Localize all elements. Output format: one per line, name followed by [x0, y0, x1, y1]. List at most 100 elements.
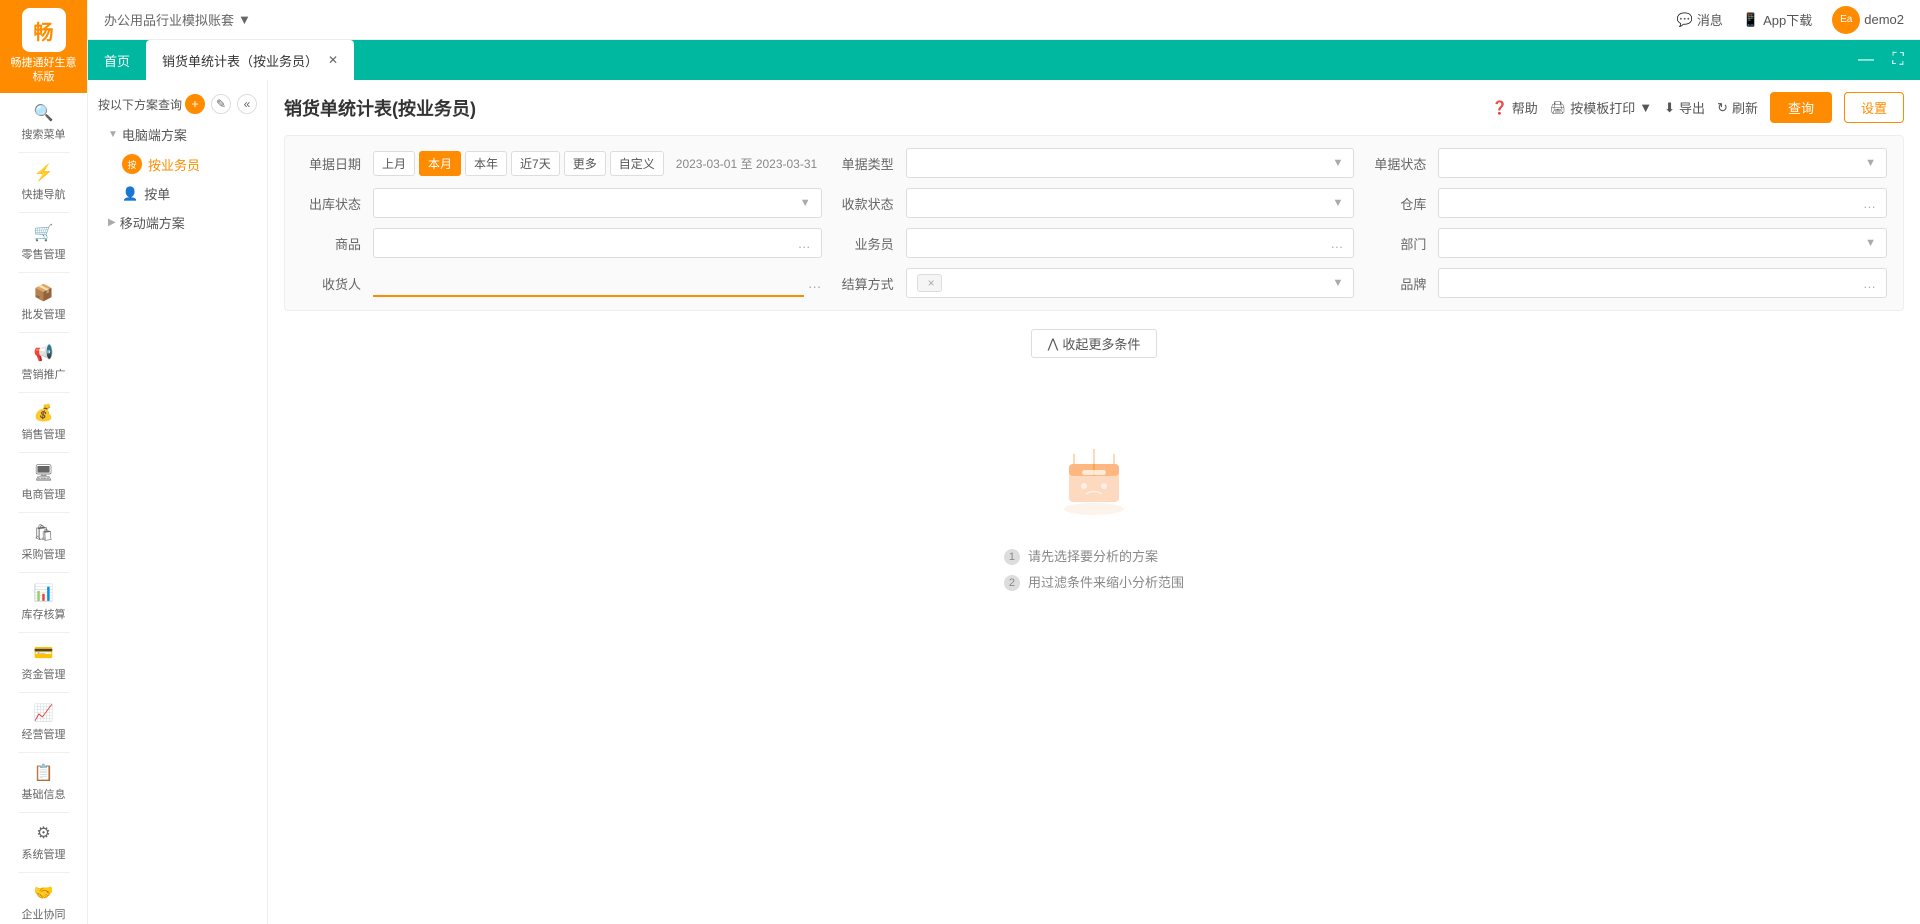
receipt-status-label: 收款状态 [834, 194, 894, 213]
tab-sales-stat[interactable]: 销货单统计表（按业务员） ✕ [146, 40, 354, 80]
page-actions: ❓ 帮助 🖨 按模板打印 ▼ ⬇ 导出 ↻ 刷新 [1492, 92, 1904, 123]
out-status-control[interactable]: ▼ [373, 188, 822, 218]
sidebar-item-3[interactable]: 📦批发管理 [18, 273, 70, 333]
date-this-month-btn[interactable]: 本月 [419, 151, 461, 176]
sidebar-item-0[interactable]: 🔍搜索菜单 [18, 93, 70, 153]
sidebar-item-1[interactable]: ⚡快捷导航 [18, 153, 70, 213]
brand-control[interactable]: … [1438, 268, 1887, 298]
sidebar: 畅 畅捷通好生意标版 🔍搜索菜单⚡快捷导航🛒零售管理📦批发管理📢营销推广💰销售管… [0, 0, 88, 924]
page-title: 销货单统计表(按业务员) [284, 95, 476, 121]
sidebar-item-9[interactable]: 💳资金管理 [18, 633, 70, 693]
settlement-select[interactable]: × ▼ [906, 268, 1355, 298]
message-label: 消息 [1697, 10, 1723, 29]
goods-select[interactable]: … [373, 228, 822, 258]
receipt-status-select[interactable]: ▼ [906, 188, 1355, 218]
date-more-btn[interactable]: 更多 [564, 151, 606, 176]
app-download-btn[interactable]: 📱 App下载 [1743, 10, 1812, 29]
sidebar-item-8[interactable]: 📊库存核算 [18, 573, 70, 633]
dept-control[interactable]: ▼ [1438, 228, 1887, 258]
brand-select[interactable]: … [1438, 268, 1887, 298]
goods-control[interactable]: … [373, 228, 822, 258]
sidebar-label-9: 资金管理 [22, 666, 66, 682]
user-menu[interactable]: Ea demo2 [1832, 6, 1904, 34]
warehouse-label: 仓库 [1366, 194, 1426, 213]
sidebar-label-11: 基础信息 [22, 786, 66, 802]
warehouse-select[interactable]: … [1438, 188, 1887, 218]
sidebar-item-11[interactable]: 📋基础信息 [18, 753, 70, 813]
tab-close-icon[interactable]: ✕ [328, 53, 338, 67]
bill-status-select[interactable]: ▼ [1438, 148, 1887, 178]
tree-desktop: ▼ 电脑端方案 按 按业务员 👤 按单 [88, 120, 267, 208]
consignee-dots[interactable]: … [808, 275, 822, 291]
sidebar-item-10[interactable]: 📈经营管理 [18, 693, 70, 753]
sidebar-item-5[interactable]: 💰销售管理 [18, 393, 70, 453]
sidebar-item-2[interactable]: 🛒零售管理 [18, 213, 70, 273]
content-area: 按以下方案查询 + ✎ « ▼ 电脑端方案 按 按业务员 [88, 80, 1920, 924]
add-scheme-btn[interactable]: + [185, 94, 205, 114]
receipt-status-control[interactable]: ▼ [906, 188, 1355, 218]
page-title-bar: 销货单统计表(按业务员) ❓ 帮助 🖨 按模板打印 ▼ ⬇ 导出 [284, 92, 1904, 123]
sidebar-label-13: 企业协同 [22, 906, 66, 922]
date-custom-btn[interactable]: 自定义 [610, 151, 664, 176]
salesman-select[interactable]: … [906, 228, 1355, 258]
date-last-month-btn[interactable]: 上月 [373, 151, 415, 176]
collapse-more-btn[interactable]: ⋀ 收起更多条件 [1031, 329, 1158, 358]
salesman-control[interactable]: … [906, 228, 1355, 258]
sidebar-icon-8: 📊 [34, 583, 54, 603]
sidebar-label-6: 电商管理 [22, 486, 66, 502]
tree-desktop-item[interactable]: ▼ 电脑端方案 [88, 120, 267, 149]
print-label: 按模板打印 [1570, 98, 1635, 117]
bill-status-control[interactable]: ▼ [1438, 148, 1887, 178]
date-7days-btn[interactable]: 近7天 [511, 151, 560, 176]
app-logo[interactable]: 畅 畅捷通好生意标版 [0, 0, 87, 93]
warehouse-control[interactable]: … [1438, 188, 1887, 218]
bill-type-select[interactable]: ▼ [906, 148, 1355, 178]
tab-home[interactable]: 首页 [88, 40, 146, 80]
consignee-control[interactable]: … [373, 270, 822, 297]
empty-tips-list: 1 请先选择要分析的方案 2 用过滤条件来缩小分析范围 [1004, 544, 1184, 596]
topbar-right: 💬 消息 📱 App下载 Ea demo2 [1677, 6, 1904, 34]
tree-desktop-label: 电脑端方案 [122, 125, 187, 144]
edit-scheme-btn[interactable]: ✎ [211, 94, 231, 114]
sidebar-icon-10: 📈 [34, 703, 54, 723]
right-panel: 销货单统计表(按业务员) ❓ 帮助 🖨 按模板打印 ▼ ⬇ 导出 [268, 80, 1920, 924]
sidebar-icon-13: 🤝 [34, 883, 54, 903]
tab-minimize-btn[interactable]: — [1852, 46, 1880, 74]
bill-type-control[interactable]: ▼ [906, 148, 1355, 178]
tip-num-1: 1 [1004, 549, 1020, 565]
date-field-label: 单据日期 [301, 154, 361, 173]
settings-btn[interactable]: 设置 [1844, 92, 1904, 123]
tree-mobile-item[interactable]: ▶ 移动端方案 [88, 208, 267, 237]
tree-child-order[interactable]: 👤 按单 [112, 179, 267, 208]
date-this-year-btn[interactable]: 本年 [465, 151, 507, 176]
tree-mobile: ▶ 移动端方案 [88, 208, 267, 237]
tab-expand-btn[interactable]: ⛶ [1884, 46, 1912, 74]
user-avatar: Ea [1832, 6, 1860, 34]
query-btn[interactable]: 查询 [1770, 92, 1832, 123]
sidebar-item-4[interactable]: 📢营销推广 [18, 333, 70, 393]
message-btn[interactable]: 💬 消息 [1677, 10, 1723, 29]
export-btn[interactable]: ⬇ 导出 [1664, 98, 1705, 117]
sidebar-item-12[interactable]: ⚙系统管理 [18, 813, 70, 873]
breadcrumb-dropdown[interactable]: 办公用品行业模拟账套 ▼ [104, 10, 251, 29]
help-btn[interactable]: ❓ 帮助 [1492, 98, 1538, 117]
sidebar-label-12: 系统管理 [22, 846, 66, 862]
print-icon: 🖨 [1550, 100, 1567, 116]
print-btn[interactable]: 🖨 按模板打印 ▼ [1550, 98, 1652, 117]
settlement-clear-btn[interactable]: × [928, 276, 935, 290]
consignee-input[interactable] [373, 270, 804, 297]
sidebar-item-7[interactable]: 🛍采购管理 [18, 513, 70, 573]
settlement-control[interactable]: × ▼ [906, 268, 1355, 298]
dept-select[interactable]: ▼ [1438, 228, 1887, 258]
out-status-select[interactable]: ▼ [373, 188, 822, 218]
collapse-panel-btn[interactable]: « [237, 94, 257, 114]
sidebar-label-7: 采购管理 [22, 546, 66, 562]
main-area: 办公用品行业模拟账套 ▼ 💬 消息 📱 App下载 Ea demo2 首页 [88, 0, 1920, 924]
tree-child-salesman[interactable]: 按 按业务员 [112, 149, 267, 179]
refresh-btn[interactable]: ↻ 刷新 [1717, 98, 1758, 117]
filter-row-3: 商品 … 业务员 … 部门 ▼ [301, 228, 1887, 258]
message-icon: 💬 [1677, 12, 1693, 28]
sidebar-item-13[interactable]: 🤝 企业协同 [18, 873, 70, 924]
tree-arrow-icon: ▼ [108, 129, 118, 140]
sidebar-item-6[interactable]: 🖥电商管理 [18, 453, 70, 513]
